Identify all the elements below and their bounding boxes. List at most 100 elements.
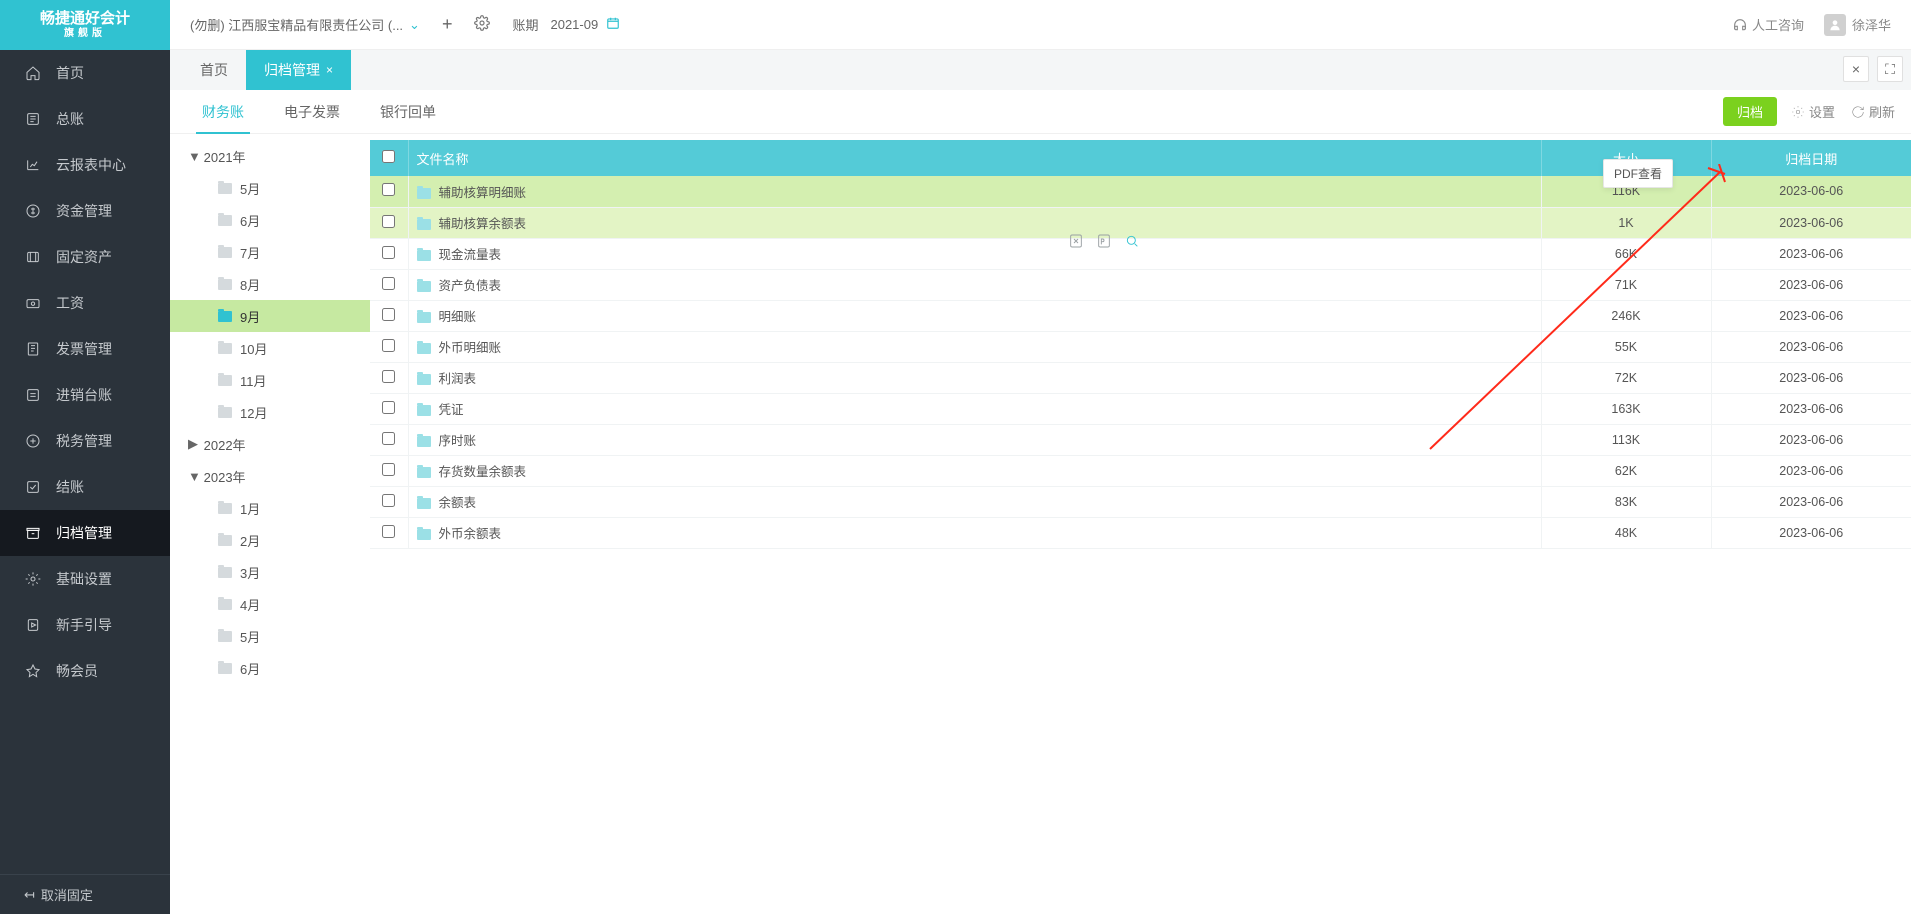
tree-month-label: 9月 xyxy=(240,307,260,326)
nav-item-close[interactable]: 结账 xyxy=(0,464,170,510)
tree-month-9[interactable]: 9月 xyxy=(170,300,370,332)
row-check[interactable] xyxy=(382,215,395,228)
file-table-wrap: 文件名称 大小 归档日期 辅助核算明细账116K2023-06-06辅助核算余额… xyxy=(370,90,1911,914)
company-selector[interactable]: (勿删) 江西服宝精品有限责任公司 (... xyxy=(190,15,403,34)
subtab-bank[interactable]: 银行回单 xyxy=(360,90,456,134)
row-check[interactable] xyxy=(382,183,395,196)
col-name[interactable]: 文件名称 xyxy=(408,140,1541,176)
subtab-finance[interactable]: 财务账 xyxy=(182,90,264,134)
row-check[interactable] xyxy=(382,525,395,538)
tree-month-12[interactable]: 12月 xyxy=(170,396,370,428)
close-icon[interactable]: × xyxy=(326,63,333,77)
nav-item-archive[interactable]: 归档管理 xyxy=(0,510,170,556)
tab-close-x-button[interactable]: × xyxy=(1843,56,1869,82)
table-row[interactable]: 利润表72K2023-06-06 xyxy=(370,362,1911,393)
file-date: 2023-06-06 xyxy=(1711,486,1911,517)
row-check[interactable] xyxy=(382,308,395,321)
nav-item-guide[interactable]: 新手引导 xyxy=(0,602,170,648)
row-check[interactable] xyxy=(382,401,395,414)
table-row[interactable]: 凭证163K2023-06-06 xyxy=(370,393,1911,424)
folder-icon xyxy=(218,215,232,226)
consult-label: 人工咨询 xyxy=(1752,15,1804,34)
table-row[interactable]: 存货数量余额表62K2023-06-06 xyxy=(370,455,1911,486)
company-settings-icon[interactable] xyxy=(474,15,490,34)
tree-year-2023-label: 2023年 xyxy=(204,467,246,486)
table-row[interactable]: 明细账246K2023-06-06 xyxy=(370,300,1911,331)
tab-home-label: 首页 xyxy=(200,60,228,80)
table-row[interactable]: 资产负债表71K2023-06-06 xyxy=(370,269,1911,300)
col-date[interactable]: 归档日期 xyxy=(1711,140,1911,176)
gear-icon xyxy=(24,570,42,588)
nav-item-inout[interactable]: 进销台账 xyxy=(0,372,170,418)
tree-month-5[interactable]: 5月 xyxy=(170,620,370,652)
tree-month-4[interactable]: 4月 xyxy=(170,588,370,620)
file-date: 2023-06-06 xyxy=(1711,455,1911,486)
table-row[interactable]: 外币明细账55K2023-06-06 xyxy=(370,331,1911,362)
add-button[interactable]: + xyxy=(442,14,453,35)
nav-item-ledger[interactable]: 总账 xyxy=(0,96,170,142)
settings-button[interactable]: 设置 xyxy=(1791,102,1835,121)
tree-year-2021[interactable]: ▼ 2021年 xyxy=(170,140,370,172)
file-name: 外币明细账 xyxy=(439,341,502,355)
table-row[interactable]: 辅助核算余额表1K2023-06-06 xyxy=(370,207,1911,238)
tree-year-2023[interactable]: ▼ 2023年 xyxy=(170,460,370,492)
logo[interactable]: 畅捷通好会计 旗舰版 xyxy=(0,0,170,50)
avatar-icon[interactable] xyxy=(1824,14,1846,36)
file-name: 资产负债表 xyxy=(439,279,502,293)
tree-month-label: 5月 xyxy=(240,627,260,646)
tree-month-8[interactable]: 8月 xyxy=(170,268,370,300)
nav-item-salary[interactable]: 工资 xyxy=(0,280,170,326)
nav-item-tax[interactable]: 税务管理 xyxy=(0,418,170,464)
tree-month-3[interactable]: 3月 xyxy=(170,556,370,588)
table-row[interactable]: 现金流量表66K2023-06-06 xyxy=(370,238,1911,269)
subtab-einvoice[interactable]: 电子发票 xyxy=(264,90,360,134)
row-check[interactable] xyxy=(382,370,395,383)
tree-month-6[interactable]: 6月 xyxy=(170,204,370,236)
row-check[interactable] xyxy=(382,339,395,352)
tree-month-5[interactable]: 5月 xyxy=(170,172,370,204)
nav-item-gear[interactable]: 基础设置 xyxy=(0,556,170,602)
tree-month-11[interactable]: 11月 xyxy=(170,364,370,396)
nav-label: 归档管理 xyxy=(56,523,112,543)
folder-icon xyxy=(417,529,431,540)
archive-button[interactable]: 归档 xyxy=(1723,97,1777,126)
username[interactable]: 徐泽华 xyxy=(1852,15,1891,34)
row-check[interactable] xyxy=(382,432,395,445)
table-row[interactable]: 序时账113K2023-06-06 xyxy=(370,424,1911,455)
consult-button[interactable]: 人工咨询 xyxy=(1732,15,1804,34)
nav-item-asset[interactable]: 固定资产 xyxy=(0,234,170,280)
folder-icon xyxy=(218,535,232,546)
folder-icon xyxy=(218,183,232,194)
tree-month-2[interactable]: 2月 xyxy=(170,524,370,556)
nav-item-vip[interactable]: 畅会员 xyxy=(0,648,170,694)
tree-month-6[interactable]: 6月 xyxy=(170,652,370,684)
nav-item-invoice[interactable]: 发票管理 xyxy=(0,326,170,372)
tab-home[interactable]: 首页 xyxy=(182,50,246,90)
tree-year-2022[interactable]: ▶ 2022年 xyxy=(170,428,370,460)
nav-label: 结账 xyxy=(56,477,84,497)
nav-item-home[interactable]: 首页 xyxy=(0,50,170,96)
refresh-button[interactable]: 刷新 xyxy=(1851,102,1895,121)
nav-label: 工资 xyxy=(56,293,84,313)
table-row[interactable]: 外币余额表48K2023-06-06 xyxy=(370,517,1911,548)
calendar-icon[interactable] xyxy=(606,16,620,33)
row-check[interactable] xyxy=(382,277,395,290)
nav-label: 云报表中心 xyxy=(56,155,126,175)
unpin-button[interactable]: ↤ 取消固定 xyxy=(0,874,170,914)
tree-month-7[interactable]: 7月 xyxy=(170,236,370,268)
table-row[interactable]: 余额表83K2023-06-06 xyxy=(370,486,1911,517)
file-date: 2023-06-06 xyxy=(1711,176,1911,207)
tree-month-1[interactable]: 1月 xyxy=(170,492,370,524)
tree-month-10[interactable]: 10月 xyxy=(170,332,370,364)
nav-item-money[interactable]: 资金管理 xyxy=(0,188,170,234)
row-check[interactable] xyxy=(382,246,395,259)
nav-item-chart[interactable]: 云报表中心 xyxy=(0,142,170,188)
file-size: 246K xyxy=(1541,300,1711,331)
row-check[interactable] xyxy=(382,463,395,476)
chevron-down-icon[interactable]: ⌄ xyxy=(409,17,420,33)
check-all[interactable] xyxy=(382,150,395,163)
fullscreen-button[interactable]: ⛶ xyxy=(1877,56,1903,82)
row-check[interactable] xyxy=(382,494,395,507)
table-row[interactable]: 辅助核算明细账116K2023-06-06 xyxy=(370,176,1911,207)
tab-archive[interactable]: 归档管理 × xyxy=(246,50,351,90)
